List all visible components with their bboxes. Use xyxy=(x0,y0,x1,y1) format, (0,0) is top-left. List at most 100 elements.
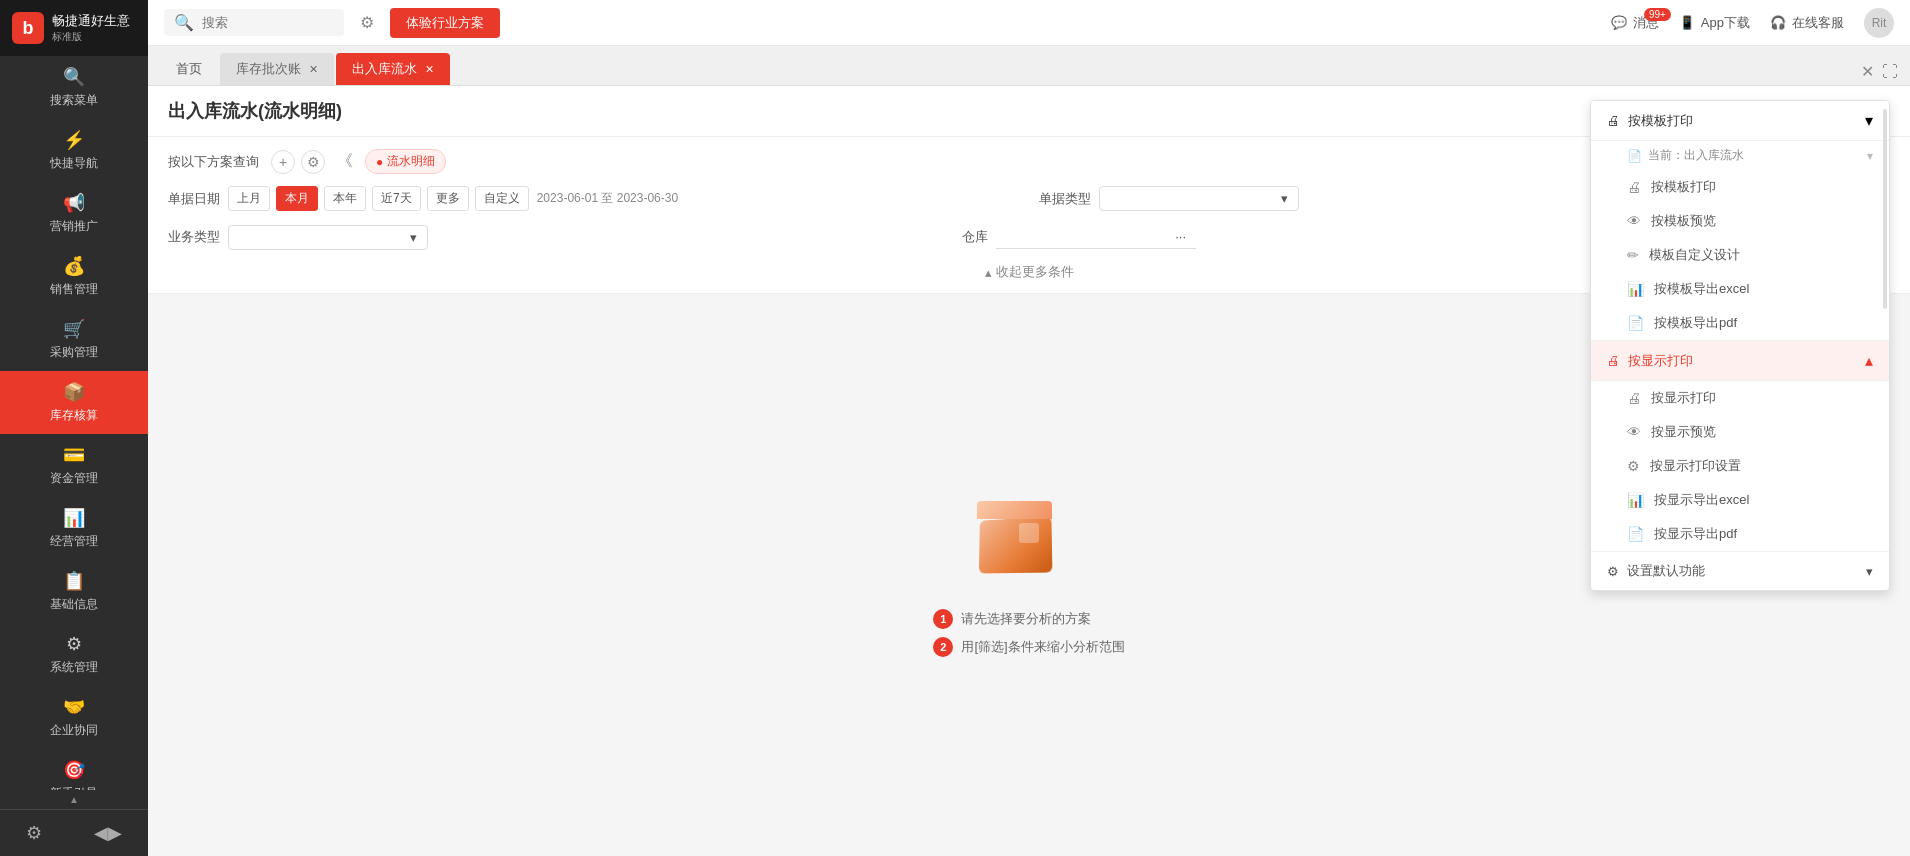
sidebar-item-marketing[interactable]: 📢 营销推广 xyxy=(0,182,148,245)
chevron-up-icon2: ▴ xyxy=(985,265,992,280)
active-filter-tag: ● 流水明细 xyxy=(365,149,446,174)
filter-setting-button[interactable]: ⚙ xyxy=(301,150,325,174)
sidebar-item-guide[interactable]: 🎯 新手引导 xyxy=(0,749,148,790)
message-button[interactable]: 💬 消息 99+ xyxy=(1611,14,1659,32)
print-icon: 🖨 xyxy=(1627,179,1641,195)
date-custom[interactable]: 自定义 xyxy=(475,186,529,211)
tag-icon: ● xyxy=(376,155,383,169)
sidebar: b 畅捷通好生意 标准版 🔍 搜索菜单 ⚡ 快捷导航 📢 营销推广 💰 销售管理… xyxy=(0,0,148,856)
display-print-header[interactable]: 🖨 按显示打印 xyxy=(1591,341,1889,381)
voucher-type-select[interactable]: ▾ xyxy=(1099,186,1299,211)
guide-icon: 🎯 xyxy=(63,759,85,781)
default-setting-item[interactable]: ⚙ 设置默认功能 xyxy=(1591,552,1889,590)
step-1-number: 1 xyxy=(933,609,953,629)
date-7days[interactable]: 近7天 xyxy=(372,186,421,211)
topbar-search[interactable]: 🔍 xyxy=(164,9,344,36)
tab-flow-close[interactable]: ✕ xyxy=(425,63,434,76)
sidebar-item-collab[interactable]: 🤝 企业协同 xyxy=(0,686,148,749)
template-print-title: 🖨 按模板打印 xyxy=(1607,112,1693,130)
sidebar-item-purchase[interactable]: 🛒 采购管理 xyxy=(0,308,148,371)
sidebar-scroll: 🔍 搜索菜单 ⚡ 快捷导航 📢 营销推广 💰 销售管理 🛒 采购管理 📦 库存核… xyxy=(0,56,148,790)
tab-flow[interactable]: 出入库流水 ✕ xyxy=(336,53,450,85)
business-type-select[interactable]: ▾ xyxy=(228,225,428,250)
headset-icon: 🎧 xyxy=(1770,15,1786,30)
sidebar-item-basic[interactable]: 📋 基础信息 xyxy=(0,560,148,623)
dropdown-scrollbar[interactable] xyxy=(1883,109,1887,309)
sidebar-item-quicknav[interactable]: ⚡ 快捷导航 xyxy=(0,119,148,182)
finance-icon: 💳 xyxy=(63,444,85,466)
purchase-icon: 🛒 xyxy=(63,318,85,340)
sidebar-label-sales: 销售管理 xyxy=(50,281,98,298)
warehouse-select[interactable]: ··· xyxy=(996,225,1196,249)
app-download-button[interactable]: 📱 App下载 xyxy=(1679,14,1750,32)
user-avatar[interactable]: Rit xyxy=(1864,8,1894,38)
template-preview-item[interactable]: 👁 按模板预览 xyxy=(1591,204,1889,238)
tab-batch[interactable]: 库存批次账 ✕ xyxy=(220,53,334,85)
online-service-button[interactable]: 🎧 在线客服 xyxy=(1770,14,1844,32)
business-type-field: 业务类型 ▾ xyxy=(168,225,942,250)
date-filter: 上月 本月 本年 近7天 更多 自定义 xyxy=(228,186,529,211)
sidebar-label-quicknav: 快捷导航 xyxy=(50,155,98,172)
default-setting-chevron xyxy=(1866,564,1873,579)
display-export-pdf-item[interactable]: 📄 按显示导出pdf xyxy=(1591,517,1889,551)
sidebar-label-operation: 经营管理 xyxy=(50,533,98,550)
tab-bar-right: ✕ ⛶ xyxy=(1861,62,1898,85)
sidebar-item-inventory[interactable]: 📦 库存核算 xyxy=(0,371,148,434)
sidebar-scroll-up[interactable]: ▲ xyxy=(69,794,79,805)
display-print-item[interactable]: 🖨 按显示打印 xyxy=(1591,381,1889,415)
display-export-excel-item[interactable]: 📊 按显示导出excel xyxy=(1591,483,1889,517)
sidebar-item-finance[interactable]: 💳 资金管理 xyxy=(0,434,148,497)
display-section-chevron xyxy=(1865,351,1873,370)
message-badge: 99+ xyxy=(1644,8,1671,21)
topbar: 🔍 ⚙ 体验行业方案 💬 消息 99+ 📱 App下载 🎧 在线客服 Rit xyxy=(148,0,1910,46)
template-design-item[interactable]: ✏ 模板自定义设计 xyxy=(1591,238,1889,272)
filter-actions: + ⚙ xyxy=(271,150,325,174)
filter-add-button[interactable]: + xyxy=(271,150,295,174)
mobile-icon: 📱 xyxy=(1679,15,1695,30)
template-export-excel-item[interactable]: 📊 按模板导出excel xyxy=(1591,272,1889,306)
tab-home[interactable]: 首页 xyxy=(160,53,218,85)
topbar-right: 💬 消息 99+ 📱 App下载 🎧 在线客服 Rit xyxy=(1611,8,1894,38)
sidebar-item-system[interactable]: ⚙ 系统管理 xyxy=(0,623,148,686)
marketing-icon: 📢 xyxy=(63,192,85,214)
tab-close-all-button[interactable]: ✕ xyxy=(1861,62,1874,81)
sidebar-item-sales[interactable]: 💰 销售管理 xyxy=(0,245,148,308)
empty-illustration xyxy=(969,493,1089,593)
design-icon: ✏ xyxy=(1627,247,1639,263)
template-section-chevron xyxy=(1865,111,1873,130)
filter-label: 按以下方案查询 xyxy=(168,153,259,171)
date-this-month[interactable]: 本月 xyxy=(276,186,318,211)
template-print-item[interactable]: 🖨 按模板打印 xyxy=(1591,170,1889,204)
warehouse-label: 仓库 xyxy=(962,228,988,246)
search-input[interactable] xyxy=(202,15,322,30)
date-last-month[interactable]: 上月 xyxy=(228,186,270,211)
display-print-settings-item[interactable]: ⚙ 按显示打印设置 xyxy=(1591,449,1889,483)
display-print-icon: 🖨 xyxy=(1607,353,1620,368)
date-more[interactable]: 更多 xyxy=(427,186,469,211)
printer-icon-2: 🖨 xyxy=(1607,113,1620,128)
app-logo-icon: b xyxy=(12,12,44,44)
template-export-pdf-item[interactable]: 📄 按模板导出pdf xyxy=(1591,306,1889,340)
date-filter-field: 单据日期 上月 本月 本年 近7天 更多 自定义 2023-06-01 至 20… xyxy=(168,186,1019,211)
gear-icon[interactable]: ⚙ xyxy=(356,9,378,36)
display-preview-item[interactable]: 👁 按显示预览 xyxy=(1591,415,1889,449)
tab-maximize-button[interactable]: ⛶ xyxy=(1882,63,1898,81)
more-icon: ··· xyxy=(1175,229,1186,244)
collab-icon: 🤝 xyxy=(63,696,85,718)
tab-batch-close[interactable]: ✕ xyxy=(309,63,318,76)
sidebar-item-search[interactable]: 🔍 搜索菜单 xyxy=(0,56,148,119)
display-settings-icon: ⚙ xyxy=(1627,458,1640,474)
settings-icon[interactable]: ⚙ xyxy=(26,822,42,844)
display-preview-icon: 👁 xyxy=(1627,424,1641,440)
print-dropdown-panel: 🖨 按模板打印 📄 当前：出入库流水 ▾ 🖨 按模板打印 👁 按模板预览 ✏ 模… xyxy=(1590,100,1890,591)
basic-icon: 📋 xyxy=(63,570,85,592)
sidebar-item-operation[interactable]: 📊 经营管理 xyxy=(0,497,148,560)
empty-step-2: 2 用[筛选]条件来缩小分析范围 xyxy=(933,637,1124,657)
industry-solution-button[interactable]: 体验行业方案 xyxy=(390,8,500,38)
tab-flow-label: 出入库流水 xyxy=(352,60,417,78)
collapse-icon[interactable]: ◀▶ xyxy=(94,822,122,844)
step-2-number: 2 xyxy=(933,637,953,657)
template-print-header[interactable]: 🖨 按模板打印 xyxy=(1591,101,1889,141)
filter-collapse-icon[interactable]: 《 xyxy=(337,151,353,172)
date-this-year[interactable]: 本年 xyxy=(324,186,366,211)
